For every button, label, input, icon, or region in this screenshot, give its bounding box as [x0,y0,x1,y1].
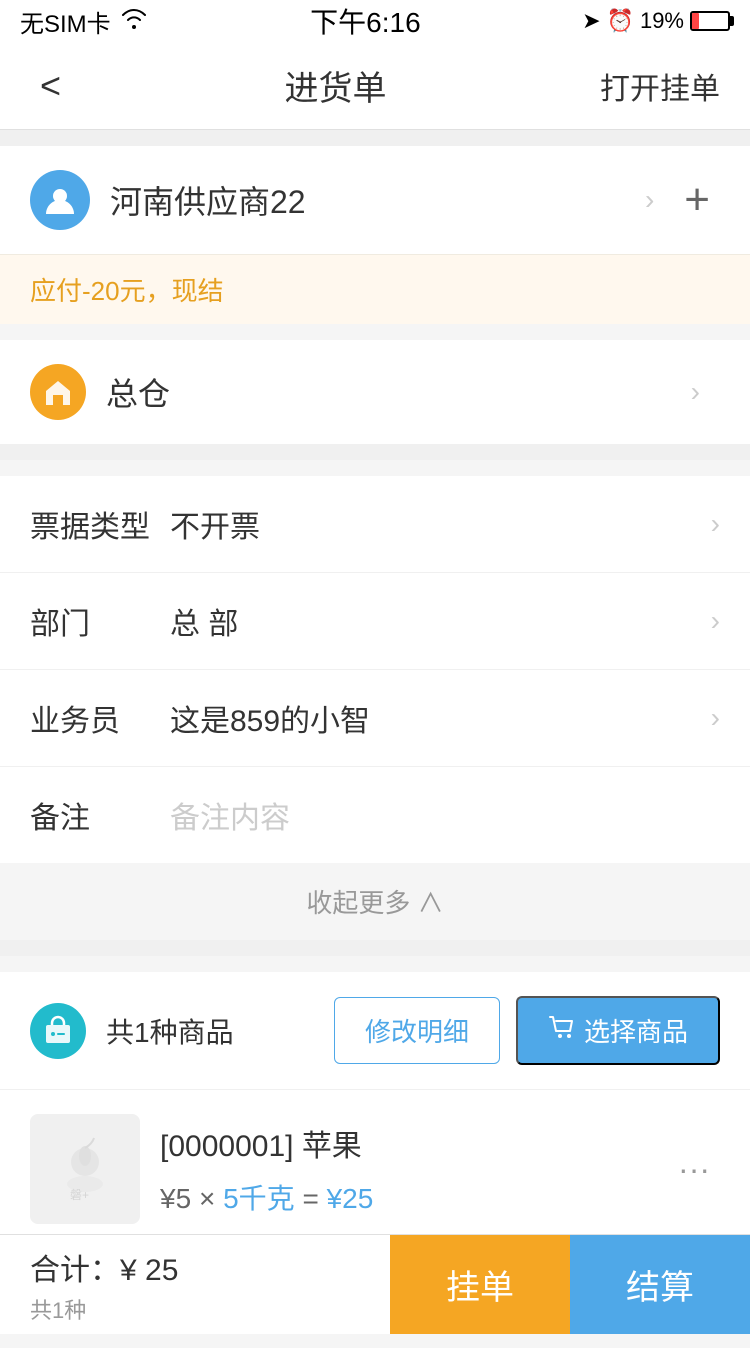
ticket-type-chevron-icon: › [711,508,720,540]
select-goods-label: 选择商品 [584,1012,688,1049]
product-more-button[interactable]: ··· [668,1141,720,1198]
sales-chevron-icon: › [711,702,720,734]
status-bar: 无SIM卡 下午6:16 ➤ ⏰ 19% [0,0,750,42]
carrier-label: 无SIM卡 [20,4,111,39]
product-price: ¥5 × 5千克 = ¥25 [160,1177,668,1217]
status-left: 无SIM卡 [20,4,149,39]
remarks-value[interactable]: 备注内容 [170,793,720,837]
warehouse-row[interactable]: 总仓 › [0,340,750,444]
bottom-bar: 合计：¥ 25 共1种 挂单 结算 [0,1234,750,1334]
add-supplier-button[interactable]: + [674,175,720,225]
sales-row[interactable]: 业务员 这是859的小智 › [0,670,750,767]
price-unit: ¥5 [160,1183,191,1214]
total-amount: 合计：¥ 25 [30,1245,360,1289]
battery-icon [690,11,730,31]
svg-text:磐+: 磐+ [70,1188,89,1202]
department-label: 部门 [30,599,150,643]
ticket-type-label: 票据类型 [30,502,150,546]
supplier-name: 河南供应商22 [110,177,645,223]
chevron-right-icon: › [645,184,654,216]
nav-bar: < 进货单 打开挂单 [0,42,750,130]
quantity: 5千克 [223,1183,295,1214]
department-row[interactable]: 部门 总 部 › [0,573,750,670]
select-goods-button[interactable]: 选择商品 [516,996,720,1065]
total-sub: 共1种 [30,1293,360,1325]
back-button[interactable]: < [30,55,71,117]
warehouse-name: 总仓 [106,369,691,415]
total-section: 合计：¥ 25 共1种 [0,1235,390,1334]
supplier-section: 河南供应商22 › + 应付-20元，现结 [0,146,750,324]
product-item: 磐+ [0000001] 苹果 ¥5 × 5千克 = ¥25 ··· [0,1090,750,1248]
goods-count-label: 共1种商品 [106,1011,334,1051]
pending-button[interactable]: 挂单 [390,1235,570,1334]
cart-icon [548,1015,576,1046]
battery-percent: 19% [640,8,684,34]
product-thumbnail: 磐+ [30,1114,140,1224]
alarm-icon: ⏰ [607,8,634,34]
collapse-button[interactable]: 收起更多 ∧ [0,863,750,940]
ticket-type-row[interactable]: 票据类型 不开票 › [0,476,750,573]
goods-icon [30,1003,86,1059]
goods-header: 共1种商品 修改明细 选择商品 [0,972,750,1090]
warehouse-icon [30,364,86,420]
warehouse-section: 总仓 › [0,340,750,444]
edit-detail-button[interactable]: 修改明细 [334,997,500,1064]
total-price: ¥25 [327,1183,374,1214]
page-title: 进货单 [285,61,387,110]
goods-section: 共1种商品 修改明细 选择商品 磐+ [0,972,750,1248]
divider-3 [0,940,750,956]
sales-value: 这是859的小智 [170,696,711,740]
ticket-type-value: 不开票 [170,502,711,546]
form-section: 票据类型 不开票 › 部门 总 部 › 业务员 这是859的小智 › 备注 备注… [0,476,750,863]
status-right: ➤ ⏰ 19% [582,8,730,34]
supplier-note: 应付-20元，现结 [0,254,750,324]
divider-1 [0,130,750,146]
location-icon: ➤ [582,8,600,34]
supplier-row[interactable]: 河南供应商22 › + [0,146,750,254]
remarks-label: 备注 [30,793,150,837]
multiply-sign: × [199,1183,223,1214]
warehouse-chevron-icon: › [691,376,700,408]
wifi-icon [119,7,149,36]
divider-2 [0,444,750,460]
supplier-avatar [30,170,90,230]
sales-label: 业务员 [30,696,150,740]
time-label: 下午6:16 [310,1,421,41]
product-info: [0000001] 苹果 ¥5 × 5千克 = ¥25 [160,1121,668,1217]
product-name: [0000001] 苹果 [160,1121,668,1165]
open-pending-button[interactable]: 打开挂单 [600,64,720,108]
department-chevron-icon: › [711,605,720,637]
equals-sign: = [302,1183,326,1214]
remarks-row[interactable]: 备注 备注内容 [0,767,750,863]
department-value: 总 部 [170,599,711,643]
checkout-button[interactable]: 结算 [570,1235,750,1334]
